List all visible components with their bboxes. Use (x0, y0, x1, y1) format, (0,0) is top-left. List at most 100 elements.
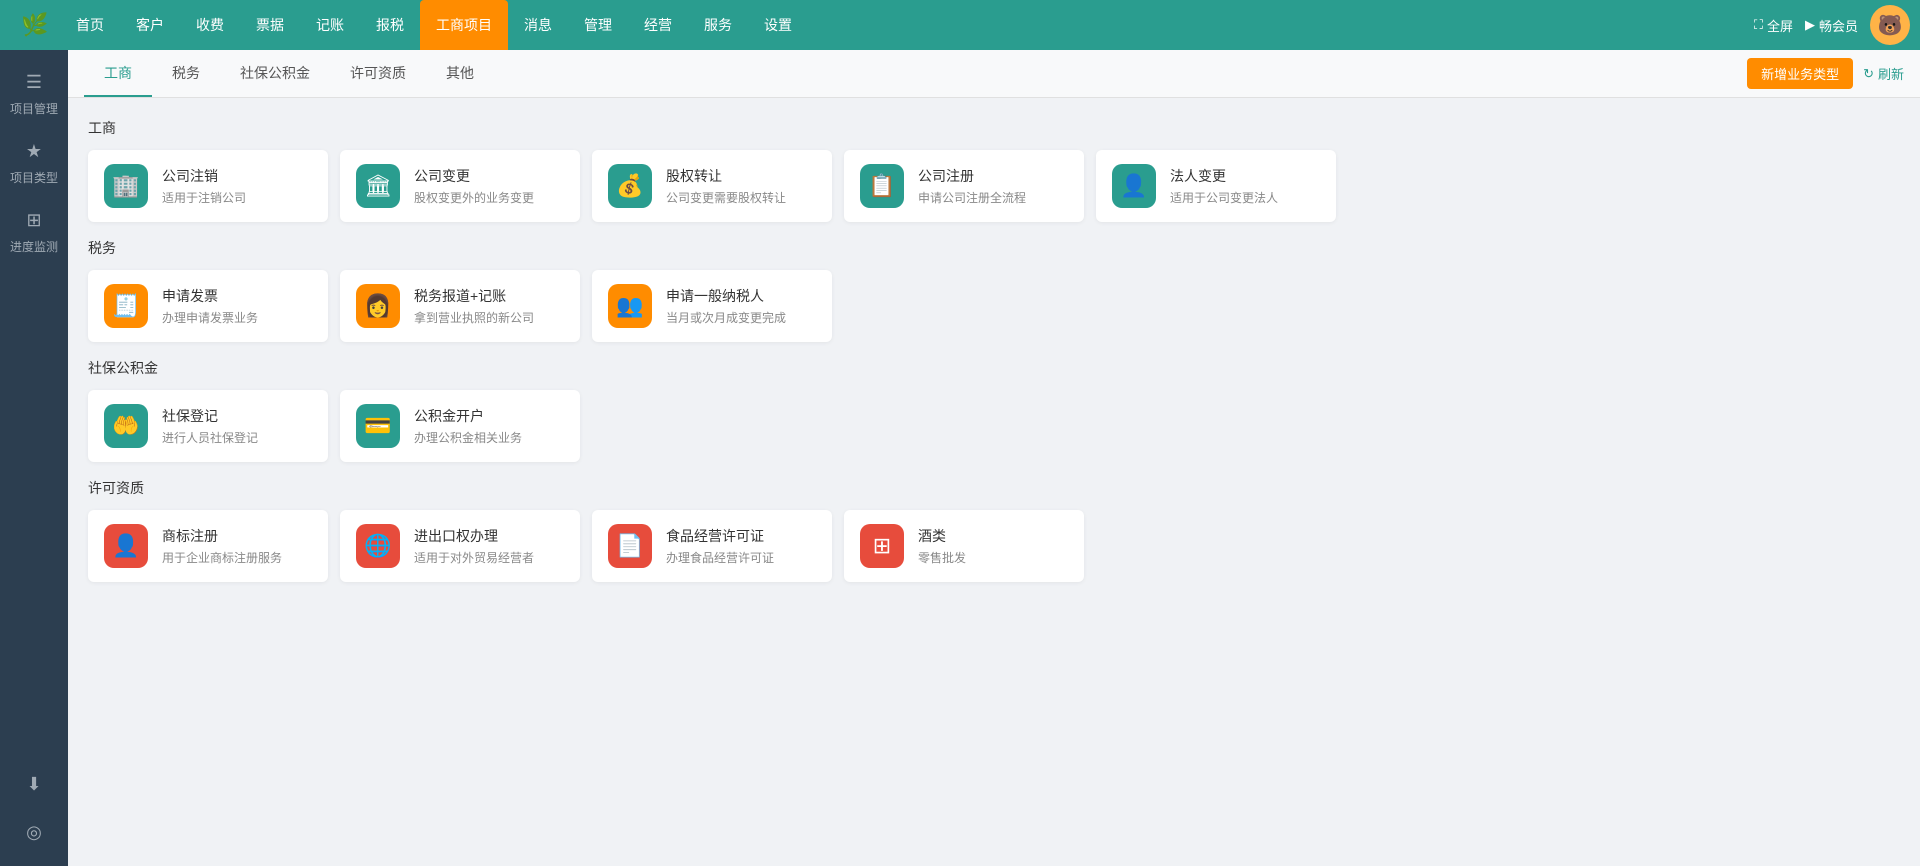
card-icon-company-register: 📋 (860, 164, 904, 208)
refresh-button[interactable]: ↻ 刷新 (1863, 64, 1904, 83)
nav-manage[interactable]: 管理 (568, 0, 628, 50)
card-desc-provident-fund: 办理公积金相关业务 (414, 429, 522, 446)
nav-message[interactable]: 消息 (508, 0, 568, 50)
card-name-company-change: 公司变更 (414, 166, 534, 186)
nav-menu: 首页 客户 收费 票据 记账 报税 工商项目 消息 管理 经营 服务 设置 (60, 0, 1754, 50)
refresh-icon: ↻ (1863, 66, 1874, 82)
tabs: 工商 税务 社保公积金 许可资质 其他 (84, 50, 494, 97)
card-desc-general-taxpayer: 当月或次月成变更完成 (666, 309, 786, 326)
member-btn[interactable]: ▶ 畅会员 (1805, 16, 1858, 35)
card-info-social-insurance: 社保登记 进行人员社保登记 (162, 406, 258, 446)
card-apply-invoice[interactable]: 🧾 申请发票 办理申请发票业务 (88, 270, 328, 342)
card-desc-trademark: 用于企业商标注册服务 (162, 549, 282, 566)
sidebar-item-project-type[interactable]: ★ 项目类型 (0, 127, 68, 196)
nav-industry[interactable]: 工商项目 (420, 0, 508, 50)
card-name-equity-transfer: 股权转让 (666, 166, 786, 186)
card-general-taxpayer[interactable]: 👥 申请一般纳税人 当月或次月成变更完成 (592, 270, 832, 342)
nav-settings[interactable]: 设置 (748, 0, 808, 50)
fullscreen-icon: ⛶ (1754, 17, 1763, 33)
card-name-trademark: 商标注册 (162, 526, 282, 546)
card-liquor[interactable]: ⊞ 酒类 零售批发 (844, 510, 1084, 582)
card-legal-change[interactable]: 👤 法人变更 适用于公司变更法人 (1096, 150, 1336, 222)
tab-bar: 工商 税务 社保公积金 许可资质 其他 新增业务类型 ↻ 刷新 (68, 50, 1920, 98)
nav-operate[interactable]: 经营 (628, 0, 688, 50)
card-desc-legal-change: 适用于公司变更法人 (1170, 189, 1278, 206)
card-grid-tax: 🧾 申请发票 办理申请发票业务 👩 税务报道+记账 拿到营业执照的新公司 👥 (88, 270, 1900, 342)
card-grid-social: 🤲 社保登记 进行人员社保登记 💳 公积金开户 办理公积金相关业务 (88, 390, 1900, 462)
card-info-general-taxpayer: 申请一般纳税人 当月或次月成变更完成 (666, 286, 786, 326)
mascot-avatar: 🐻 (1870, 5, 1910, 45)
card-social-insurance[interactable]: 🤲 社保登记 进行人员社保登记 (88, 390, 328, 462)
sidebar-item-project-manage[interactable]: ☰ 项目管理 (0, 58, 68, 127)
logo: 🌿 (10, 0, 60, 50)
card-company-change[interactable]: 🏛 公司变更 股权变更外的业务变更 (340, 150, 580, 222)
card-desc-food-license: 办理食品经营许可证 (666, 549, 774, 566)
download-icon: ⬇ (20, 770, 48, 798)
top-nav-right: ⛶ 全屏 ▶ 畅会员 🐻 (1754, 5, 1910, 45)
sidebar-location-btn[interactable]: ◎ (0, 808, 68, 856)
card-info-liquor: 酒类 零售批发 (918, 526, 966, 566)
card-name-company-register: 公司注册 (918, 166, 1026, 186)
card-icon-tax-report: 👩 (356, 284, 400, 328)
tab-actions: 新增业务类型 ↻ 刷新 (1747, 58, 1904, 89)
card-info-company-change: 公司变更 股权变更外的业务变更 (414, 166, 534, 206)
location-icon: ◎ (20, 818, 48, 846)
nav-customer[interactable]: 客户 (120, 0, 180, 50)
nav-tax[interactable]: 报税 (360, 0, 420, 50)
card-tax-report[interactable]: 👩 税务报道+记账 拿到营业执照的新公司 (340, 270, 580, 342)
nav-accounting[interactable]: 记账 (300, 0, 360, 50)
nav-home[interactable]: 首页 (60, 0, 120, 50)
card-name-legal-change: 法人变更 (1170, 166, 1278, 186)
card-icon-general-taxpayer: 👥 (608, 284, 652, 328)
card-info-import-export: 进出口权办理 适用于对外贸易经营者 (414, 526, 534, 566)
tab-other[interactable]: 其他 (426, 50, 494, 97)
card-info-equity-transfer: 股权转让 公司变更需要股权转让 (666, 166, 786, 206)
card-equity-transfer[interactable]: 💰 股权转让 公司变更需要股权转让 (592, 150, 832, 222)
sidebar-item-progress[interactable]: ⊞ 进度监测 (0, 196, 68, 265)
card-icon-apply-invoice: 🧾 (104, 284, 148, 328)
card-icon-food-license: 📄 (608, 524, 652, 568)
nav-service[interactable]: 服务 (688, 0, 748, 50)
card-name-import-export: 进出口权办理 (414, 526, 534, 546)
card-icon-social-insurance: 🤲 (104, 404, 148, 448)
project-manage-icon: ☰ (20, 68, 48, 96)
sidebar-download-btn[interactable]: ⬇ (0, 760, 68, 808)
new-type-button[interactable]: 新增业务类型 (1747, 58, 1853, 89)
project-type-icon: ★ (20, 137, 48, 165)
card-icon-legal-change: 👤 (1112, 164, 1156, 208)
tab-social-insurance[interactable]: 社保公积金 (220, 50, 330, 97)
card-company-cancel[interactable]: 🏢 公司注销 适用于注销公司 (88, 150, 328, 222)
card-desc-company-register: 申请公司注册全流程 (918, 189, 1026, 206)
tab-industry[interactable]: 工商 (84, 50, 152, 97)
tab-tax[interactable]: 税务 (152, 50, 220, 97)
card-provident-fund[interactable]: 💳 公积金开户 办理公积金相关业务 (340, 390, 580, 462)
card-name-social-insurance: 社保登记 (162, 406, 258, 426)
tab-license[interactable]: 许可资质 (330, 50, 426, 97)
section-title-industry: 工商 (88, 118, 1900, 138)
scroll-content[interactable]: 工商 🏢 公司注销 适用于注销公司 🏛 公司变更 股权变更外的业务变更 (68, 98, 1920, 866)
section-title-social: 社保公积金 (88, 358, 1900, 378)
progress-icon: ⊞ (20, 206, 48, 234)
card-desc-tax-report: 拿到营业执照的新公司 (414, 309, 534, 326)
card-desc-liquor: 零售批发 (918, 549, 966, 566)
refresh-label: 刷新 (1878, 64, 1904, 83)
card-info-company-cancel: 公司注销 适用于注销公司 (162, 166, 246, 206)
card-company-register[interactable]: 📋 公司注册 申请公司注册全流程 (844, 150, 1084, 222)
card-icon-liquor: ⊞ (860, 524, 904, 568)
card-food-license[interactable]: 📄 食品经营许可证 办理食品经营许可证 (592, 510, 832, 582)
card-icon-trademark: 👤 (104, 524, 148, 568)
card-icon-import-export: 🌐 (356, 524, 400, 568)
nav-fee[interactable]: 收费 (180, 0, 240, 50)
card-name-apply-invoice: 申请发票 (162, 286, 258, 306)
card-info-company-register: 公司注册 申请公司注册全流程 (918, 166, 1026, 206)
card-info-food-license: 食品经营许可证 办理食品经营许可证 (666, 526, 774, 566)
card-import-export[interactable]: 🌐 进出口权办理 适用于对外贸易经营者 (340, 510, 580, 582)
card-trademark[interactable]: 👤 商标注册 用于企业商标注册服务 (88, 510, 328, 582)
card-desc-social-insurance: 进行人员社保登记 (162, 429, 258, 446)
card-desc-company-change: 股权变更外的业务变更 (414, 189, 534, 206)
card-icon-equity-transfer: 💰 (608, 164, 652, 208)
fullscreen-label: 全屏 (1767, 16, 1793, 35)
card-name-tax-report: 税务报道+记账 (414, 286, 534, 306)
fullscreen-btn[interactable]: ⛶ 全屏 (1754, 16, 1793, 35)
nav-bill[interactable]: 票据 (240, 0, 300, 50)
